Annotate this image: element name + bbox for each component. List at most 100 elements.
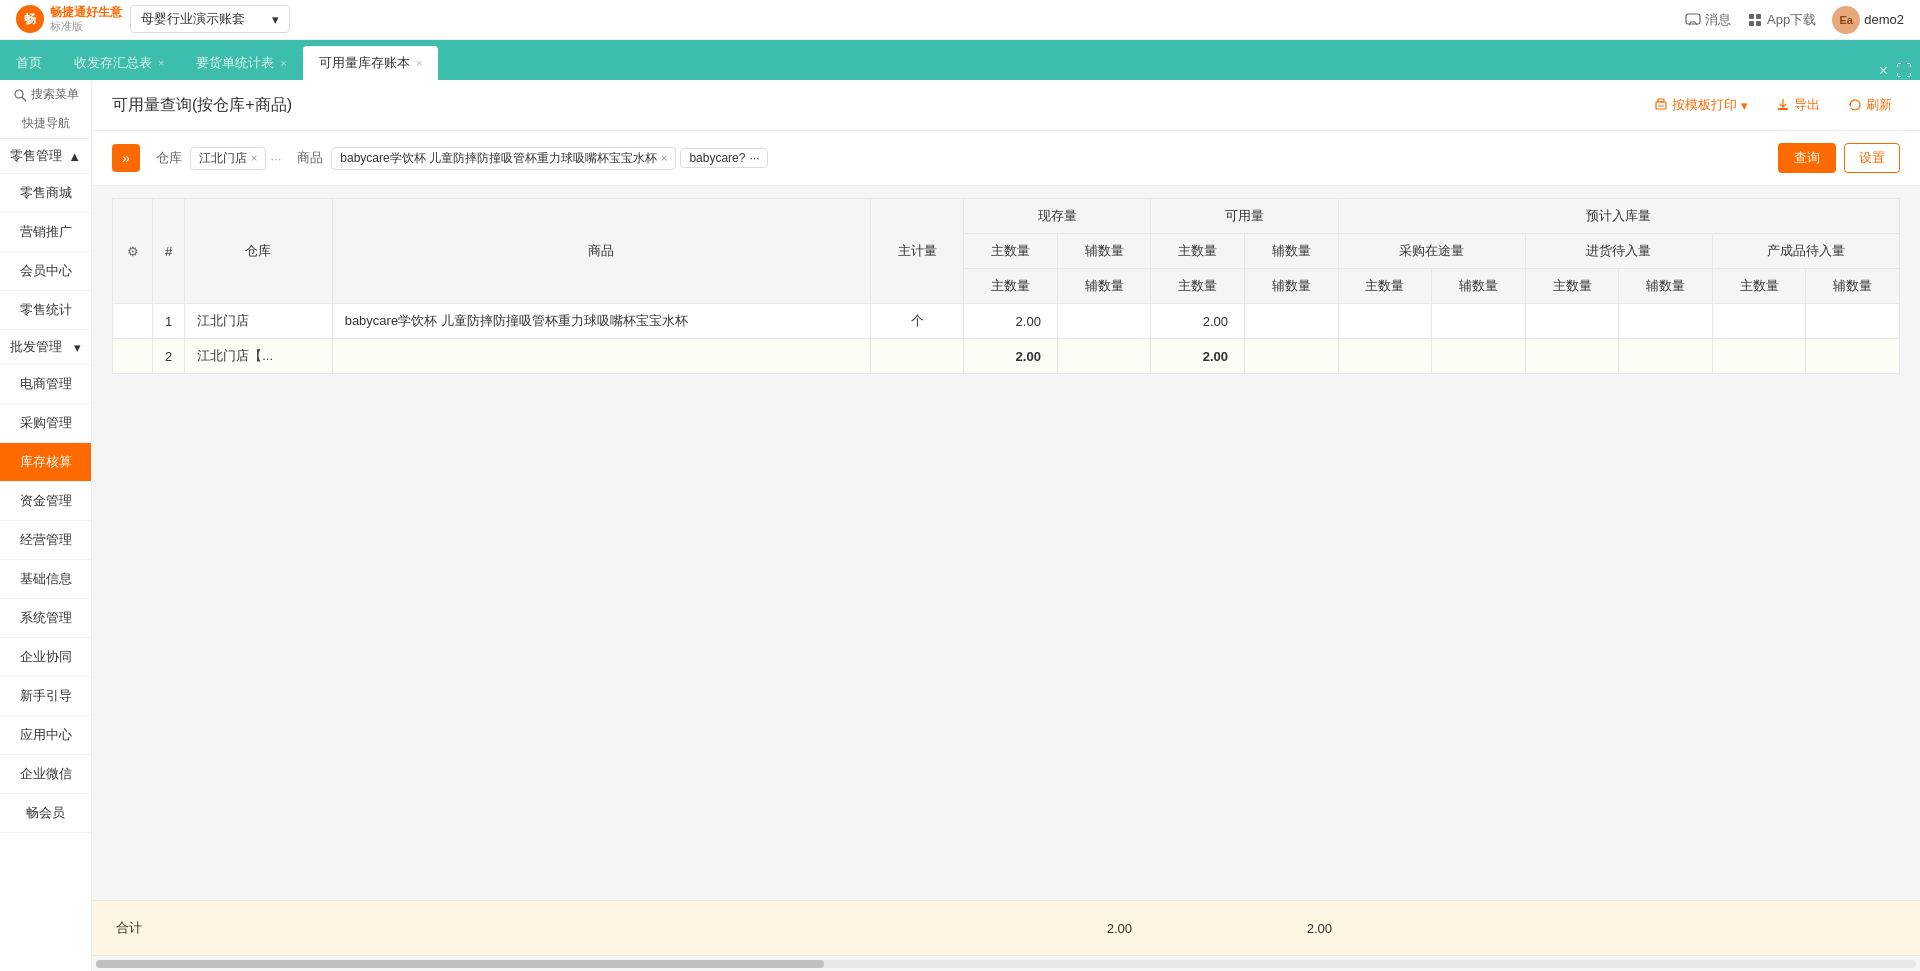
refresh-button[interactable]: 刷新 — [1840, 92, 1900, 118]
sidebar-item-finance[interactable]: 资金管理 — [0, 482, 91, 521]
cell-unit-1: 个 — [870, 304, 964, 339]
sidebar-item-app-center[interactable]: 应用中心 — [0, 716, 91, 755]
col-avail-main: 主数量 — [1151, 234, 1245, 269]
col-cs-main2: 主数量 — [964, 269, 1058, 304]
print-button[interactable]: 按模板打印 ▾ — [1646, 92, 1756, 118]
sidebar-item-enterprise-wechat[interactable]: 企业微信 — [0, 755, 91, 794]
cell-avail-main-2: 2.00 — [1151, 339, 1245, 374]
svg-rect-8 — [1658, 99, 1664, 102]
svg-point-5 — [15, 90, 23, 98]
search-menu-button[interactable]: 搜索菜单 — [0, 80, 91, 109]
filter-area: » 仓库 江北门店 × ··· 商品 babycare学饮杯 儿童防摔防撞吸管杯… — [92, 131, 1920, 186]
avatar: Ea — [1832, 6, 1860, 34]
footer-label: 合计 — [104, 913, 264, 943]
page-header: 可用量查询(按仓库+商品) 按模板打印 ▾ 导出 刷新 — [92, 80, 1920, 131]
sidebar-item-ecommerce[interactable]: 电商管理 — [0, 365, 91, 404]
page-actions: 按模板打印 ▾ 导出 刷新 — [1646, 92, 1900, 118]
scroll-track[interactable] — [96, 960, 1916, 968]
col-avail-main2: 主数量 — [1151, 269, 1245, 304]
sidebar-item-system[interactable]: 系统管理 — [0, 599, 91, 638]
product-tag-1[interactable]: babycare学饮杯 儿童防摔防撞吸管杯重力球吸嘴杯宝宝水杯 × — [331, 147, 676, 170]
col-pt-aux: 辅数量 — [1432, 269, 1526, 304]
product-tag-2[interactable]: babycare? ··· — [680, 148, 768, 168]
close-tab-icon[interactable]: × — [280, 57, 286, 69]
table-row: 1 江北门店 babycare学饮杯 儿童防摔防撞吸管杯重力球吸嘴杯宝宝水杯 个… — [113, 304, 1900, 339]
tab-order-stats[interactable]: 要货单统计表 × — [180, 46, 302, 80]
cell-avail-main-1: 2.00 — [1151, 304, 1245, 339]
sidebar-item-retail-mgmt[interactable]: 零售管理 ▲ — [0, 139, 91, 174]
message-icon — [1685, 12, 1701, 28]
horizontal-scrollbar[interactable] — [92, 955, 1920, 971]
sidebar-item-retail-mall[interactable]: 零售商城 — [0, 174, 91, 213]
tab-available-inventory[interactable]: 可用量库存账本 × — [303, 46, 438, 80]
tab-home[interactable]: 首页 — [0, 46, 58, 80]
user-name: demo2 — [1864, 12, 1904, 27]
footer-avail-aux — [1348, 922, 1428, 934]
col-product: 商品 — [332, 199, 870, 304]
svg-rect-4 — [1756, 21, 1761, 26]
user-profile[interactable]: Ea demo2 — [1832, 6, 1904, 34]
remove-product-tag[interactable]: × — [661, 152, 667, 164]
sidebar-item-member-center[interactable]: 会员中心 — [0, 252, 91, 291]
sidebar-item-new-guide[interactable]: 新手引导 — [0, 677, 91, 716]
sidebar-item-inventory-check[interactable]: 库存核算 — [0, 443, 91, 482]
industry-selector[interactable]: 母婴行业演示账套 ▾ — [130, 5, 290, 33]
close-tab-icon[interactable]: × — [416, 57, 422, 69]
col-main-unit: 主计量 — [870, 199, 964, 304]
nav-tabs: 首页 收发存汇总表 × 要货单统计表 × 可用量库存账本 × × ⛶ — [0, 40, 1920, 80]
warehouse-more[interactable]: ··· — [270, 151, 281, 166]
table-area: ⚙ # 仓库 商品 主计量 现存量 可用量 预计入库量 主数量 辅数量 主数量 — [92, 186, 1920, 900]
message-button[interactable]: 消息 — [1685, 11, 1731, 29]
sidebar-item-purchase[interactable]: 采购管理 — [0, 404, 91, 443]
col-pp-main: 主数量 — [1712, 269, 1806, 304]
sidebar-item-vip[interactable]: 畅会员 — [0, 794, 91, 833]
sidebar-item-wholesale-mgmt[interactable]: 批发管理 ▾ — [0, 330, 91, 365]
scroll-thumb[interactable] — [96, 960, 824, 968]
col-cs-main: 主数量 — [964, 234, 1058, 269]
export-button[interactable]: 导出 — [1768, 92, 1828, 118]
warehouse-tag[interactable]: 江北门店 × — [190, 147, 266, 170]
product-label: 商品 — [297, 149, 323, 167]
quick-nav-button[interactable]: 快捷导航 — [0, 109, 91, 139]
nav-expand-button[interactable]: ⛶ — [1896, 62, 1912, 80]
settings-button[interactable]: 设置 — [1844, 143, 1900, 173]
sidebar-item-basic-info[interactable]: 基础信息 — [0, 560, 91, 599]
industry-label: 母婴行业演示账套 — [141, 10, 245, 28]
cell-warehouse-1: 江北门店 — [185, 304, 332, 339]
col-seq: # — [153, 199, 185, 304]
chevron-icon: ▾ — [74, 340, 81, 355]
refresh-icon — [1848, 98, 1862, 112]
filter-expand-button[interactable]: » — [112, 144, 140, 172]
cell-cs-aux-1 — [1057, 304, 1151, 339]
col-ip-aux: 辅数量 — [1619, 269, 1713, 304]
col-pt-main: 主数量 — [1338, 269, 1432, 304]
nav-close-button[interactable]: × — [1879, 62, 1888, 80]
sidebar-item-retail-stats[interactable]: 零售统计 — [0, 291, 91, 330]
cell-seq-1: 1 — [153, 304, 185, 339]
brand-icon: 畅 — [16, 5, 44, 33]
page-title: 可用量查询(按仓库+商品) — [112, 95, 292, 116]
svg-line-6 — [22, 97, 26, 101]
col-warehouse: 仓库 — [185, 199, 332, 304]
close-tab-icon[interactable]: × — [158, 57, 164, 69]
sidebar-item-marketing[interactable]: 营销推广 — [0, 213, 91, 252]
warehouse-tags: 江北门店 × ··· — [190, 147, 281, 170]
cell-seq-2: 2 — [153, 339, 185, 374]
sidebar-item-operations[interactable]: 经营管理 — [0, 521, 91, 560]
tab-receipt-summary[interactable]: 收发存汇总表 × — [58, 46, 180, 80]
svg-rect-1 — [1749, 14, 1754, 19]
app-download-button[interactable]: App下载 — [1747, 11, 1816, 29]
top-bar: 畅 畅捷通好生意 标准版 母婴行业演示账套 ▾ 消息 App下载 Ea demo… — [0, 0, 1920, 40]
svg-rect-3 — [1749, 21, 1754, 26]
sidebar-item-enterprise-collab[interactable]: 企业协同 — [0, 638, 91, 677]
cell-product-1: babycare学饮杯 儿童防摔防撞吸管杯重力球吸嘴杯宝宝水杯 — [332, 304, 870, 339]
footer-row: 合计 2.00 2.00 — [104, 909, 1908, 947]
query-button[interactable]: 查询 — [1778, 143, 1836, 173]
col-planned-inbound: 预计入库量 — [1338, 199, 1899, 234]
footer-cs-main: 2.00 — [1028, 915, 1148, 942]
product-tags: babycare学饮杯 儿童防摔防撞吸管杯重力球吸嘴杯宝宝水杯 × babyca… — [331, 147, 768, 170]
cell-avail-aux-2 — [1245, 339, 1339, 374]
brand-name: 畅捷通好生意 — [50, 5, 122, 19]
table-footer: 合计 2.00 2.00 — [92, 900, 1920, 955]
remove-warehouse-tag[interactable]: × — [251, 152, 257, 164]
